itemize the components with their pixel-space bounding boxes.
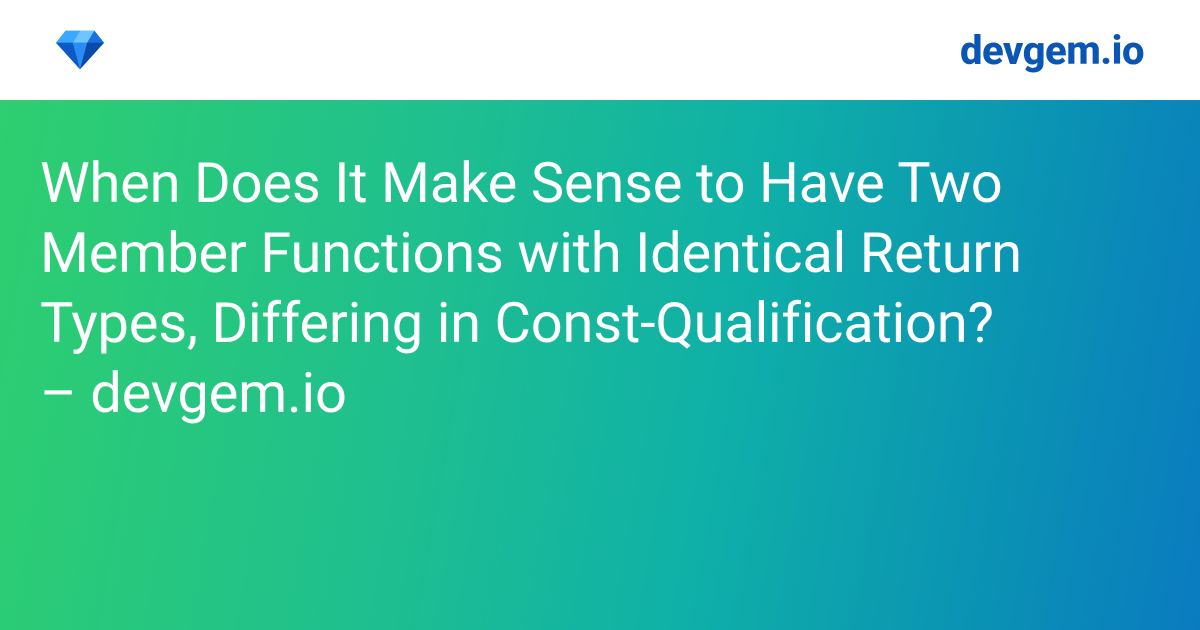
gem-icon [56, 30, 104, 70]
brand-label: devgem.io [960, 27, 1144, 74]
hero-section: When Does It Make Sense to Have Two Memb… [0, 100, 1200, 630]
header-bar: devgem.io [0, 0, 1200, 100]
page-title: When Does It Make Sense to Have Two Memb… [40, 148, 1040, 428]
og-card: devgem.io When Does It Make Sense to Hav… [0, 0, 1200, 630]
